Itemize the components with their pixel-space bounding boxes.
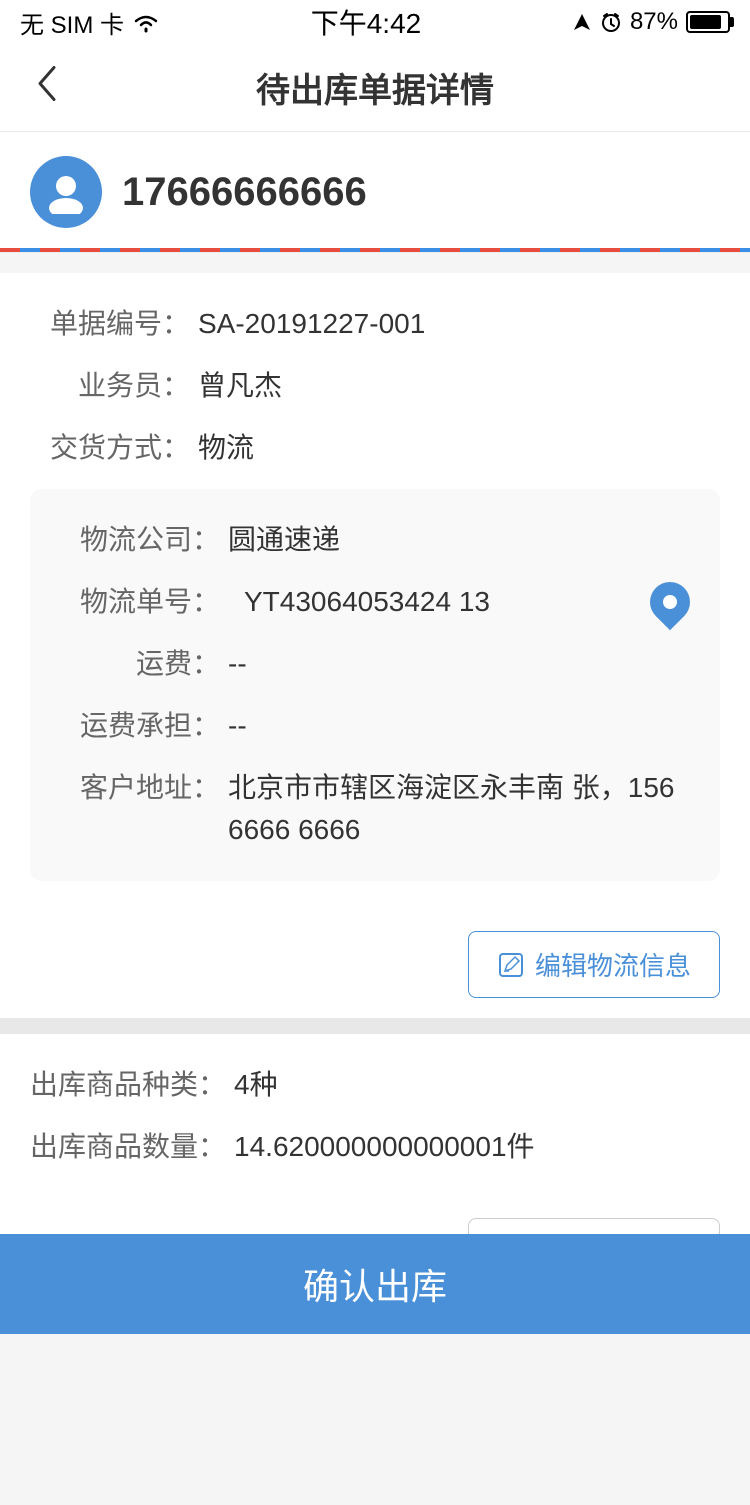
address-row: 客户地址： 北京市市辖区海淀区永丰南 张，156 6666 6666 bbox=[60, 767, 690, 851]
goods-types-row: 出库商品种类： 4种 bbox=[30, 1064, 720, 1106]
wifi-icon bbox=[132, 11, 160, 33]
logistics-company-row: 物流公司： 圆通速递 bbox=[60, 519, 690, 561]
status-bar-left: 无 SIM 卡 bbox=[20, 5, 160, 40]
status-bar: 无 SIM 卡 下午4:42 87% bbox=[0, 0, 750, 44]
tracking-number-label: 物流单号： bbox=[60, 581, 220, 623]
goods-quantity-label: 出库商品数量： bbox=[30, 1126, 226, 1168]
logistics-card: 物流公司： 圆通速递 物流单号： YT43064053424 13 运费： --… bbox=[30, 489, 720, 881]
avatar bbox=[30, 156, 102, 228]
address-value: 北京市市辖区海淀区永丰南 张，156 6666 6666 bbox=[228, 767, 690, 851]
edit-logistics-button[interactable]: 编辑物流信息 bbox=[468, 931, 720, 998]
edit-logistics-container: 编辑物流信息 bbox=[0, 911, 750, 1018]
tracking-number-value: YT43064053424 13 bbox=[244, 581, 634, 623]
edit-icon bbox=[497, 951, 525, 979]
section-divider bbox=[0, 1018, 750, 1034]
customer-header: 17666666666 bbox=[0, 132, 750, 253]
salesman-row: 业务员： 曾凡杰 bbox=[30, 365, 720, 407]
goods-section: 出库商品种类： 4种 出库商品数量： 14.620000000000001件 bbox=[0, 1034, 750, 1198]
freight-label: 运费： bbox=[60, 643, 220, 685]
freight-row: 运费： -- bbox=[60, 643, 690, 685]
location-pin-icon[interactable] bbox=[642, 574, 699, 631]
address-label: 客户地址： bbox=[60, 767, 220, 809]
delivery-method-value: 物流 bbox=[198, 427, 720, 469]
goods-types-value: 4种 bbox=[234, 1064, 720, 1106]
order-number-value: SA-20191227-001 bbox=[198, 303, 720, 345]
confirm-btn-container: 确认出库 bbox=[0, 1234, 750, 1334]
freight-bearer-row: 运费承担： -- bbox=[60, 705, 690, 747]
salesman-label: 业务员： bbox=[30, 365, 190, 407]
order-number-label: 单据编号： bbox=[30, 303, 190, 345]
alarm-icon bbox=[600, 11, 622, 33]
location-arrow-icon bbox=[572, 12, 592, 32]
status-bar-time: 下午4:42 bbox=[311, 2, 422, 42]
carrier-label: 无 SIM 卡 bbox=[20, 5, 124, 40]
goods-types-label: 出库商品种类： bbox=[30, 1064, 226, 1106]
delivery-method-label: 交货方式： bbox=[30, 427, 190, 469]
freight-bearer-value: -- bbox=[228, 705, 690, 747]
order-number-row: 单据编号： SA-20191227-001 bbox=[30, 303, 720, 345]
user-icon bbox=[44, 170, 88, 214]
status-bar-right: 87% bbox=[572, 8, 730, 36]
page-title: 待出库单据详情 bbox=[256, 63, 494, 112]
nav-bar: 待出库单据详情 bbox=[0, 44, 750, 132]
tracking-number-row: 物流单号： YT43064053424 13 bbox=[60, 581, 690, 623]
delivery-method-row: 交货方式： 物流 bbox=[30, 427, 720, 469]
logistics-company-value: 圆通速递 bbox=[228, 519, 690, 561]
edit-logistics-label: 编辑物流信息 bbox=[535, 946, 691, 983]
confirm-button[interactable]: 确认出库 bbox=[0, 1258, 750, 1310]
goods-quantity-row: 出库商品数量： 14.620000000000001件 bbox=[30, 1126, 720, 1168]
salesman-value: 曾凡杰 bbox=[198, 365, 720, 407]
order-info-section: 单据编号： SA-20191227-001 业务员： 曾凡杰 交货方式： 物流 … bbox=[0, 273, 750, 911]
freight-bearer-label: 运费承担： bbox=[60, 705, 220, 747]
goods-quantity-value: 14.620000000000001件 bbox=[234, 1126, 720, 1168]
bottom-spacer bbox=[0, 1305, 750, 1505]
battery-icon bbox=[686, 11, 730, 33]
logistics-company-label: 物流公司： bbox=[60, 519, 220, 561]
customer-phone: 17666666666 bbox=[122, 170, 367, 215]
battery-percentage: 87% bbox=[630, 8, 678, 36]
freight-value: -- bbox=[228, 643, 690, 685]
back-button[interactable] bbox=[24, 53, 68, 122]
